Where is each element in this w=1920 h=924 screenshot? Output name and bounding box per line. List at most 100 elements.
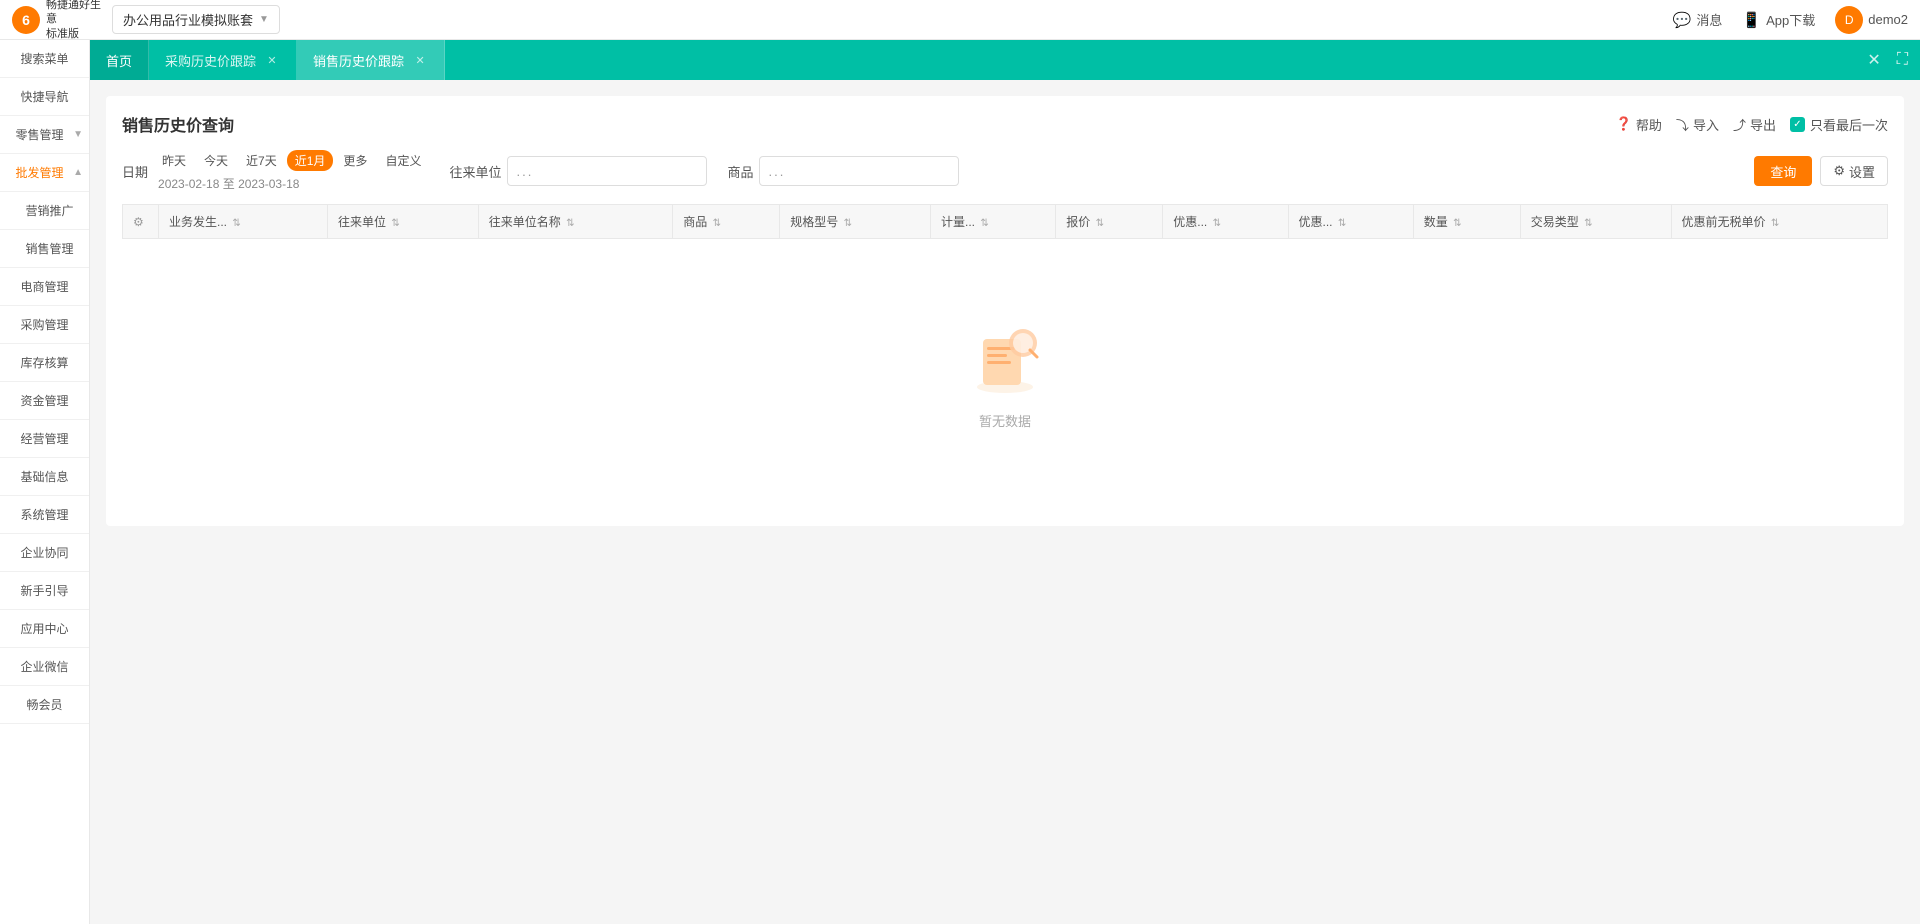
- date-range-text: 2023-02-18 至 2023-03-18: [158, 177, 299, 191]
- sidebar-item-operations[interactable]: 经营管理: [0, 420, 89, 458]
- app-download-label: App下载: [1766, 10, 1815, 29]
- message-action[interactable]: 💬 消息: [1673, 10, 1723, 29]
- import-button[interactable]: ⤵ 导入: [1676, 115, 1719, 134]
- sidebar-item-sales[interactable]: 销售管理: [0, 230, 89, 268]
- only-last-text: 只看最后一次: [1810, 115, 1888, 134]
- maximize-button[interactable]: ⛶: [1893, 47, 1912, 73]
- counterparty-select[interactable]: ...: [507, 156, 707, 186]
- sidebar-item-shortcuts-label: 快捷导航: [6, 88, 83, 105]
- th-unit[interactable]: 计量... ⇅: [930, 205, 1055, 239]
- tab-bar-right: ✕ ⛶: [1863, 46, 1920, 74]
- sort-icon: ⇅: [1453, 218, 1461, 229]
- logo-area: 6 畅捷通好生意 标准版: [12, 0, 102, 41]
- sidebar-item-app-center-label: 应用中心: [6, 620, 83, 637]
- sort-icon: ⇅: [566, 218, 574, 229]
- sidebar-item-wholesale-label: 批发管理: [6, 164, 73, 181]
- sidebar-item-enterprise[interactable]: 企业协同: [0, 534, 89, 572]
- date-btn-more[interactable]: 更多: [335, 150, 375, 171]
- sidebar-item-system[interactable]: 系统管理: [0, 496, 89, 534]
- tab-sales-history[interactable]: 销售历史价跟踪 ✕: [297, 40, 445, 80]
- close-tab-button[interactable]: ✕: [1863, 46, 1884, 74]
- sidebar-item-inventory[interactable]: 库存核算: [0, 344, 89, 382]
- empty-illustration: [965, 319, 1045, 399]
- product-select[interactable]: ...: [759, 156, 959, 186]
- sidebar-item-newbie[interactable]: 新手引导: [0, 572, 89, 610]
- sidebar-item-wechat[interactable]: 企业微信: [0, 648, 89, 686]
- table-header: ⚙ 业务发生... ⇅ 往来单位 ⇅ 往来单位名称: [123, 205, 1888, 239]
- th-biz-date[interactable]: 业务发生... ⇅: [159, 205, 328, 239]
- tab-sales-history-close[interactable]: ✕: [412, 52, 428, 68]
- th-spec-label: 规格型号: [790, 215, 838, 229]
- chevron-down-icon: ▼: [259, 14, 269, 25]
- sort-icon: ⇅: [1771, 218, 1779, 229]
- message-label: 消息: [1696, 10, 1722, 29]
- date-btn-7days[interactable]: 近7天: [238, 150, 285, 171]
- date-btn-yesterday[interactable]: 昨天: [154, 150, 194, 171]
- th-pre-tax-price[interactable]: 优惠前无税单价 ⇅: [1671, 205, 1887, 239]
- sidebar-item-basic-info[interactable]: 基础信息: [0, 458, 89, 496]
- sidebar-item-finance[interactable]: 资金管理: [0, 382, 89, 420]
- sidebar-item-member[interactable]: 畅会员: [0, 686, 89, 724]
- download-icon: 📱: [1742, 11, 1761, 29]
- sidebar-item-ecommerce-label: 电商管理: [6, 278, 83, 295]
- settings-button[interactable]: ⚙ 设置: [1820, 156, 1888, 186]
- sidebar-item-marketing[interactable]: 营销推广: [0, 192, 89, 230]
- date-btn-today[interactable]: 今天: [196, 150, 236, 171]
- sort-icon: ⇅: [713, 218, 721, 229]
- th-settings[interactable]: ⚙: [123, 205, 159, 239]
- sidebar-item-retail[interactable]: 零售管理 ▼: [0, 116, 89, 154]
- th-quote-label: 报价: [1066, 215, 1090, 229]
- th-product[interactable]: 商品 ⇅: [673, 205, 780, 239]
- th-discount1[interactable]: 优惠... ⇅: [1163, 205, 1288, 239]
- export-label: 导出: [1750, 115, 1776, 134]
- only-last-checkbox[interactable]: ✓: [1790, 117, 1805, 132]
- help-icon: ❓: [1616, 116, 1632, 132]
- tab-purchase-history[interactable]: 采购历史价跟踪 ✕: [149, 40, 297, 80]
- only-last-checkbox-label[interactable]: ✓ 只看最后一次: [1790, 115, 1888, 134]
- help-label: 帮助: [1636, 115, 1662, 134]
- sidebar-item-shortcuts[interactable]: 快捷导航: [0, 78, 89, 116]
- tab-bar: 首页 采购历史价跟踪 ✕ 销售历史价跟踪 ✕ ✕ ⛶: [90, 40, 1920, 80]
- date-btn-1month[interactable]: 近1月: [287, 150, 334, 171]
- tab-purchase-history-close[interactable]: ✕: [264, 52, 280, 68]
- th-counterparty-code[interactable]: 往来单位 ⇅: [327, 205, 478, 239]
- empty-text: 暂无数据: [979, 411, 1031, 430]
- sidebar-item-purchase[interactable]: 采购管理: [0, 306, 89, 344]
- tab-sales-history-label: 销售历史价跟踪: [313, 51, 404, 70]
- th-quote[interactable]: 报价 ⇅: [1056, 205, 1163, 239]
- header-right: 💬 消息 📱 App下载 D demo2: [1673, 6, 1908, 34]
- counterparty-placeholder: ...: [516, 164, 533, 179]
- export-icon: ⤴: [1733, 115, 1746, 134]
- th-quantity[interactable]: 数量 ⇅: [1413, 205, 1520, 239]
- page-card: 销售历史价查询 ❓ 帮助 ⤵ 导入 ⤴ 导出: [106, 96, 1904, 526]
- export-button[interactable]: ⤴ 导出: [1733, 115, 1776, 134]
- th-spec[interactable]: 规格型号 ⇅: [780, 205, 931, 239]
- logo-line1: 畅捷通好生意: [46, 0, 102, 27]
- th-biz-date-label: 业务发生...: [169, 215, 227, 229]
- sidebar-item-app-center[interactable]: 应用中心: [0, 610, 89, 648]
- help-button[interactable]: ❓ 帮助: [1616, 115, 1662, 134]
- th-unit-label: 计量...: [941, 215, 975, 229]
- query-button[interactable]: 查询: [1754, 156, 1812, 186]
- data-table: ⚙ 业务发生... ⇅ 往来单位 ⇅ 往来单位名称: [122, 204, 1888, 239]
- product-filter-group: 商品 ...: [727, 156, 959, 186]
- sidebar-item-wholesale[interactable]: 批发管理 ▲: [0, 154, 89, 192]
- sort-icon: ⇅: [844, 218, 852, 229]
- user-menu[interactable]: D demo2: [1835, 6, 1908, 34]
- sidebar-item-ecommerce[interactable]: 电商管理: [0, 268, 89, 306]
- th-counterparty-name[interactable]: 往来单位名称 ⇅: [478, 205, 672, 239]
- chevron-down-icon: ▼: [73, 129, 83, 140]
- app-download-action[interactable]: 📱 App下载: [1742, 10, 1815, 29]
- page-title: 销售历史价查询: [122, 112, 234, 136]
- sidebar-item-search[interactable]: 搜索菜单: [0, 40, 89, 78]
- counterparty-filter-group: 往来单位 ...: [449, 156, 707, 186]
- tab-home[interactable]: 首页: [90, 40, 149, 80]
- th-trade-type[interactable]: 交易类型 ⇅: [1520, 205, 1671, 239]
- app-selector[interactable]: 办公用品行业模拟账套 ▼: [112, 5, 280, 34]
- filter-row: 日期 昨天 今天 近7天 近1月 更多 自定义 2023-0: [122, 150, 1888, 192]
- th-discount2[interactable]: 优惠... ⇅: [1288, 205, 1413, 239]
- th-counterparty-name-label: 往来单位名称: [489, 215, 561, 229]
- date-btn-custom[interactable]: 自定义: [377, 150, 429, 171]
- sort-icon: ⇅: [1096, 218, 1104, 229]
- settings-icon: ⚙: [1833, 163, 1845, 179]
